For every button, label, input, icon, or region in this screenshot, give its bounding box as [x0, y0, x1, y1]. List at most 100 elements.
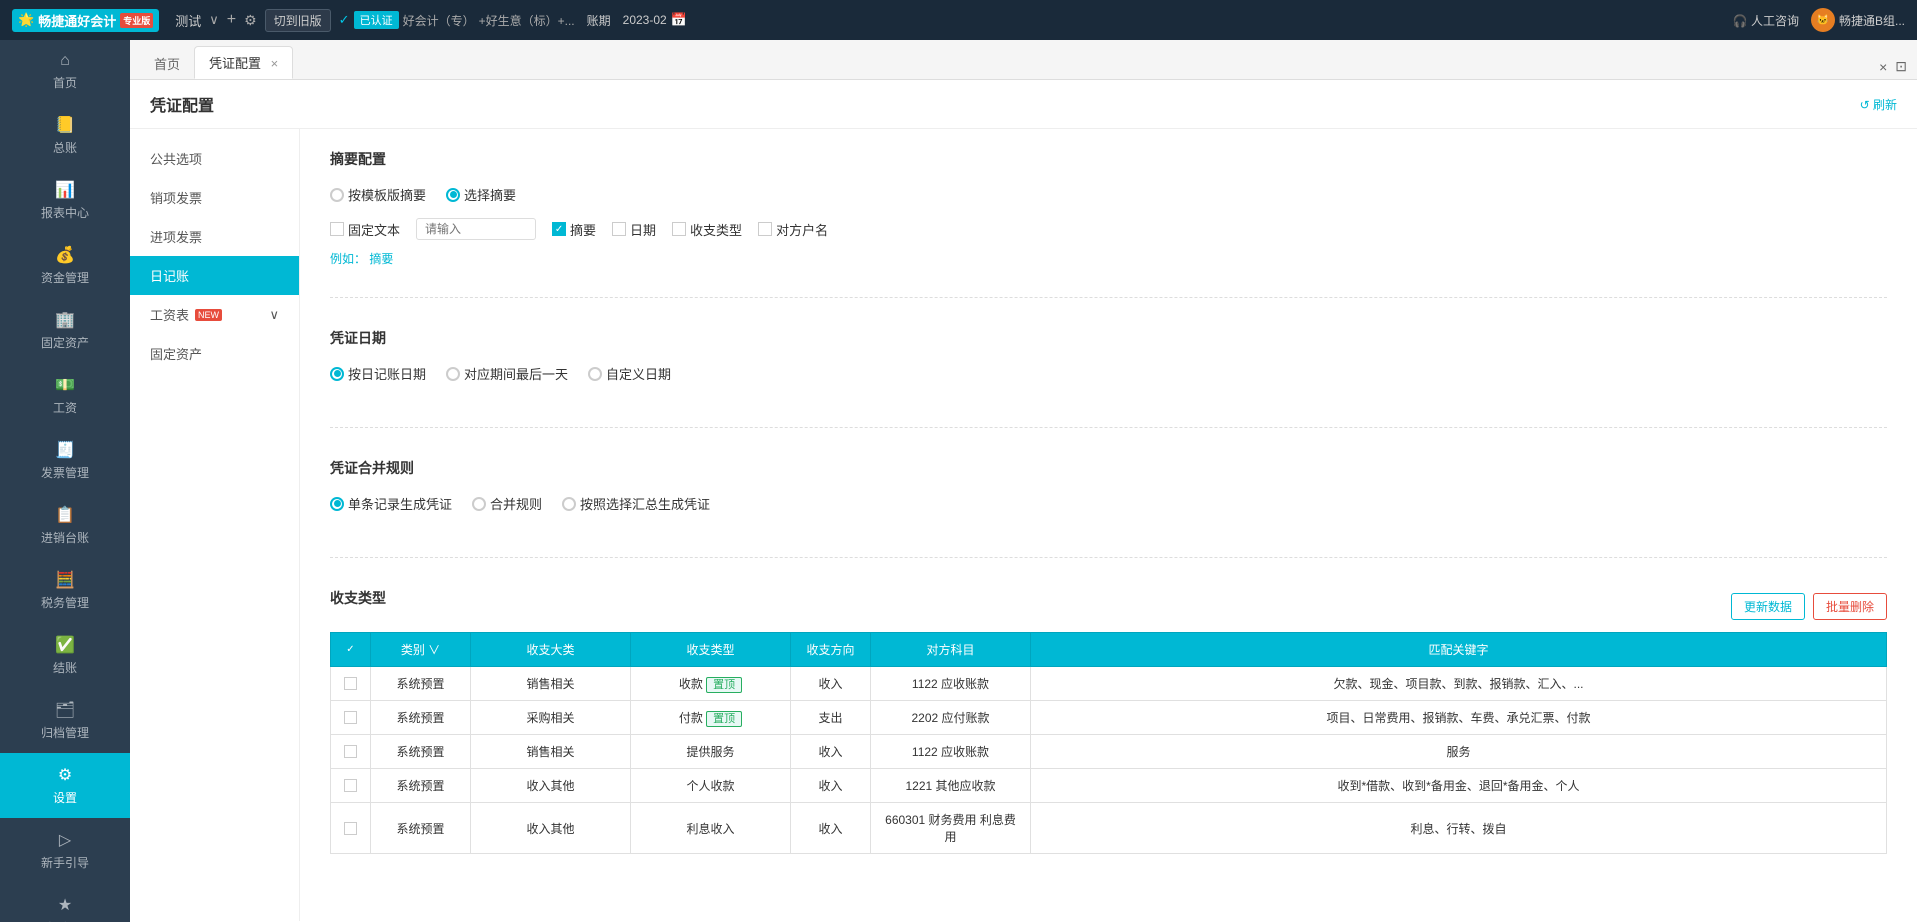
row-checkbox-4[interactable] — [331, 803, 371, 854]
left-nav-sales-invoice[interactable]: 销项发票 — [130, 178, 299, 217]
sidebar-item-home[interactable]: ⌂ 首页 — [0, 40, 130, 103]
counter-name-checkbox[interactable]: 对方户名 — [758, 220, 828, 239]
topbar: 🌟 畅捷通好会计 专业版 测试 ∨ + ⚙ 切到旧版 ✓ 已认证 好会计（专） … — [0, 0, 1917, 40]
left-nav-purchase-invoice[interactable]: 进项发票 — [130, 217, 299, 256]
select-all-checkbox[interactable]: ✓ — [344, 643, 357, 656]
sidebar-item-settle[interactable]: ✅ 结账 — [0, 623, 130, 688]
radio-period-last-day[interactable]: 对应期间最后一天 — [446, 364, 568, 383]
settings-icon: ⚙ — [58, 765, 72, 785]
left-nav-public[interactable]: 公共选项 — [130, 139, 299, 178]
close-window-button[interactable]: × — [1879, 59, 1887, 75]
sidebar-item-ledger[interactable]: 📒 总账 — [0, 103, 130, 168]
update-data-button[interactable]: 更新数据 — [1731, 593, 1805, 620]
add-icon[interactable]: + — [227, 11, 236, 29]
reset-tag-0[interactable]: 置顶 — [706, 677, 742, 693]
radio-custom-date[interactable]: 自定义日期 — [588, 364, 671, 383]
good-business-label: +好生意（标）+... — [479, 12, 575, 29]
table-header-row: 收支类型 更新数据 批量删除 — [330, 588, 1887, 624]
switch-version-button[interactable]: 切到旧版 — [265, 9, 331, 32]
row-type-3: 个人收款 — [631, 769, 791, 803]
sidebar-item-guide[interactable]: ▷ 新手引导 — [0, 818, 130, 883]
radio-aggregate-generate[interactable]: 按照选择汇总生成凭证 — [562, 494, 710, 513]
sidebar-item-purchase[interactable]: 📋 进销台账 — [0, 493, 130, 558]
user-menu[interactable]: 🐱 畅捷通B组... — [1811, 8, 1905, 32]
maximize-window-button[interactable]: ⊡ — [1895, 58, 1907, 75]
fixed-text-checkbox-box — [330, 222, 344, 236]
edition-badge: 专业版 — [120, 13, 153, 28]
table-row: 系统预置 采购相关 付款 置顶 支出 2202 应付账款 项目、日常费用、报销款… — [331, 701, 1887, 735]
radio-journal-date[interactable]: 按日记账日期 — [330, 364, 426, 383]
logo-icon: 🌟 — [18, 12, 34, 28]
sidebar: ⌂ 首页 📒 总账 📊 报表中心 💰 资金管理 🏢 固定资产 💵 工资 🧾 发票… — [0, 40, 130, 922]
summary-checkbox[interactable]: ✓ 摘要 — [552, 220, 596, 239]
th-type: 收支类型 — [631, 633, 791, 667]
archive-icon: 🗂 — [55, 700, 75, 720]
batch-delete-button[interactable]: 批量删除 — [1813, 593, 1887, 620]
sidebar-label-home: 首页 — [53, 74, 77, 91]
row-category-0: 系统预置 — [371, 667, 471, 701]
summary-checkbox-row: 固定文本 ✓ 摘要 日期 — [330, 218, 1887, 240]
sidebar-item-assets[interactable]: 🏢 固定资产 — [0, 298, 130, 363]
sidebar-label-guide: 新手引导 — [41, 854, 89, 871]
sidebar-item-settings[interactable]: ⚙ 设置 — [0, 753, 130, 818]
row-checkbox-0[interactable] — [331, 667, 371, 701]
check-icon: ✓ — [339, 12, 350, 28]
radio-single-record[interactable]: 单条记录生成凭证 — [330, 494, 452, 513]
row-type-2: 提供服务 — [631, 735, 791, 769]
left-nav-journal[interactable]: 日记账 — [130, 256, 299, 295]
date-checkbox[interactable]: 日期 — [612, 220, 656, 239]
left-nav-payroll[interactable]: 工资表 NEW ∨ — [130, 295, 299, 334]
income-type-checkbox-box — [672, 222, 686, 236]
table-row: 系统预置 收入其他 个人收款 收入 1221 其他应收款 收到*借款、收到*备用… — [331, 769, 1887, 803]
app-logo: 🌟 畅捷通好会计 专业版 — [12, 9, 159, 32]
row-category-2: 系统预置 — [371, 735, 471, 769]
sidebar-item-tax[interactable]: 🧮 税务管理 — [0, 558, 130, 623]
income-type-checkbox[interactable]: 收支类型 — [672, 220, 742, 239]
sidebar-item-invoices[interactable]: 🧾 发票管理 — [0, 428, 130, 493]
row-account-1: 2202 应付账款 — [871, 701, 1031, 735]
sidebar-item-member[interactable]: ★ 畅会员 — [0, 883, 130, 922]
row-direction-4: 收入 — [791, 803, 871, 854]
main-layout: ⌂ 首页 📒 总账 📊 报表中心 💰 资金管理 🏢 固定资产 💵 工资 🧾 发票… — [0, 40, 1917, 922]
row-checkbox-1[interactable] — [331, 701, 371, 735]
summary-radio-group: 按模板版摘要 选择摘要 — [330, 185, 1887, 204]
reset-tag-1[interactable]: 置顶 — [706, 711, 742, 727]
calendar-icon[interactable]: 📅 — [671, 12, 687, 28]
merge-radio-group: 单条记录生成凭证 合并规则 按照选择汇总生成凭证 — [330, 494, 1887, 513]
date-checkbox-box — [612, 222, 626, 236]
refresh-icon: ↺ — [1860, 98, 1870, 112]
th-checkbox[interactable]: ✓ — [331, 633, 371, 667]
sidebar-item-salary[interactable]: 💵 工资 — [0, 363, 130, 428]
row-direction-3: 收入 — [791, 769, 871, 803]
th-direction: 收支方向 — [791, 633, 871, 667]
guide-icon: ▷ — [59, 830, 71, 850]
gear-icon[interactable]: ⚙ — [244, 12, 257, 29]
row-keywords-0: 欠款、现金、项目款、到款、报销款、汇入、... — [1031, 667, 1887, 701]
tab-close-icon[interactable]: × — [271, 56, 279, 71]
row-big-type-2: 销售相关 — [471, 735, 631, 769]
sidebar-item-reports[interactable]: 📊 报表中心 — [0, 168, 130, 233]
fixed-text-checkbox[interactable]: 固定文本 — [330, 220, 400, 239]
refresh-button[interactable]: ↺ 刷新 — [1860, 96, 1897, 113]
help-button[interactable]: 🎧 人工咨询 — [1733, 12, 1799, 29]
radio-template-summary[interactable]: 按模板版摘要 — [330, 185, 426, 204]
income-section: 收支类型 更新数据 批量删除 ✓ 类别 ∨ — [330, 588, 1887, 854]
row-account-2: 1122 应收账款 — [871, 735, 1031, 769]
row-checkbox-2[interactable] — [331, 735, 371, 769]
tab-voucher-config[interactable]: 凭证配置 × — [194, 46, 293, 79]
page-content: 凭证配置 ↺ 刷新 公共选项 销项发票 进项发票 — [130, 80, 1917, 922]
radio-select-summary[interactable]: 选择摘要 — [446, 185, 516, 204]
sidebar-label-settle: 结账 — [53, 659, 77, 676]
tab-home[interactable]: 首页 — [140, 48, 194, 79]
sidebar-item-funds[interactable]: 💰 资金管理 — [0, 233, 130, 298]
sidebar-item-archive[interactable]: 🗂 归档管理 — [0, 688, 130, 753]
radio-merge-rules[interactable]: 合并规则 — [472, 494, 542, 513]
home-icon: ⌂ — [60, 52, 70, 70]
left-nav-fixed-assets[interactable]: 固定资产 — [130, 334, 299, 373]
row-big-type-4: 收入其他 — [471, 803, 631, 854]
row-checkbox-3[interactable] — [331, 769, 371, 803]
row-account-0: 1122 应收账款 — [871, 667, 1031, 701]
fixed-text-input[interactable] — [416, 218, 536, 240]
ledger-icon: 📒 — [55, 115, 75, 135]
income-section-title: 收支类型 — [330, 588, 386, 608]
